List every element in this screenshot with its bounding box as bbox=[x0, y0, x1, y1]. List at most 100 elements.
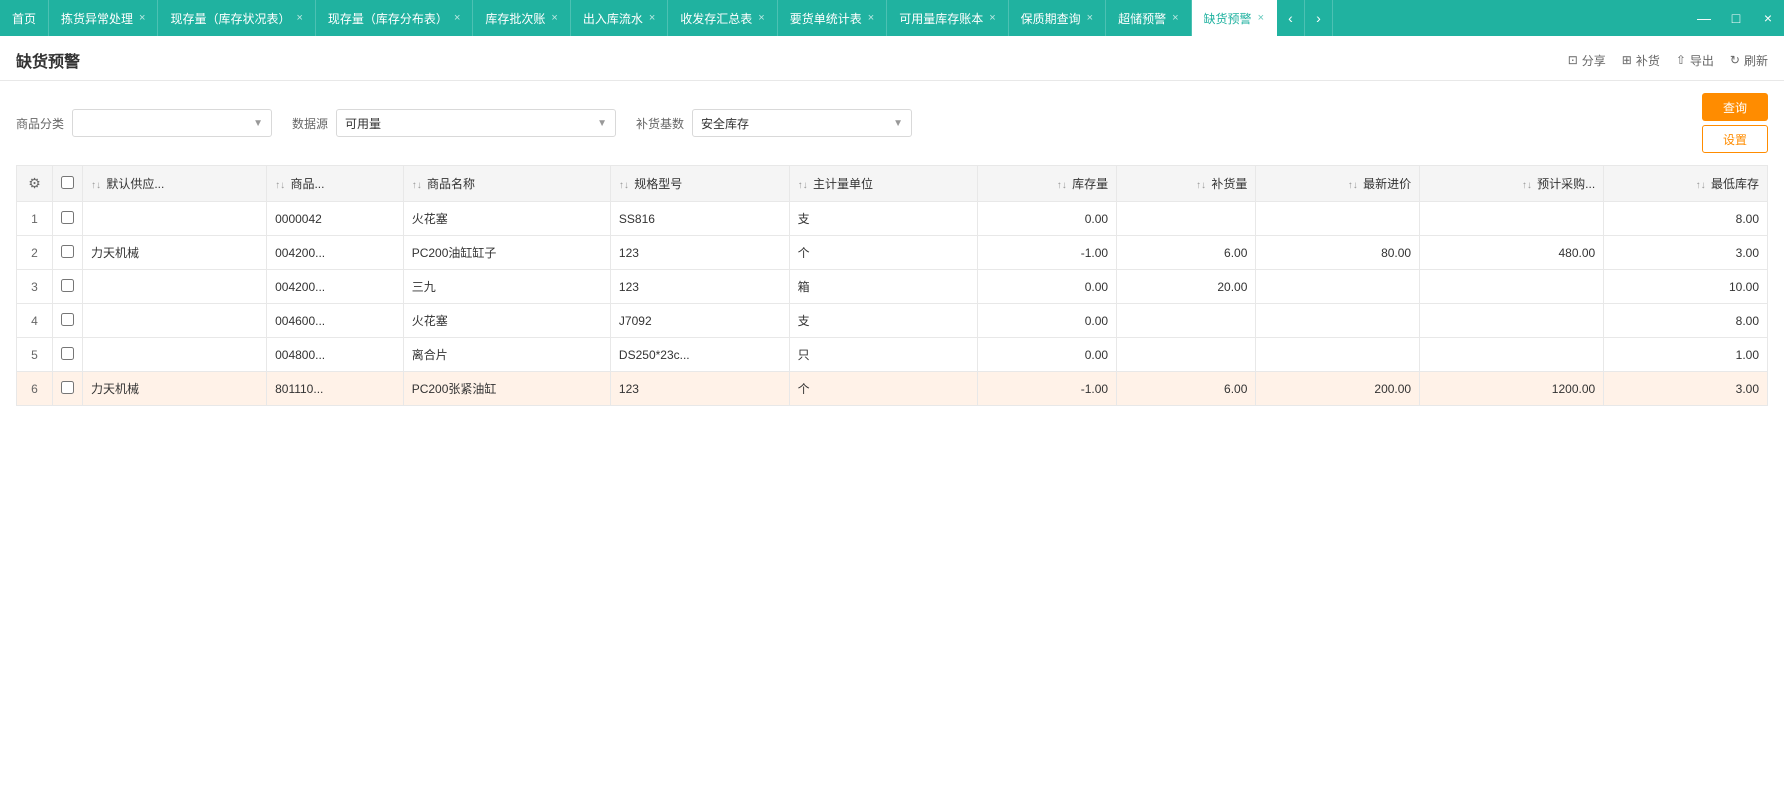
datasource-select[interactable]: 可用量 ▼ bbox=[336, 109, 616, 137]
cell-spec-2: 123 bbox=[610, 236, 789, 270]
cell-latest-price-3 bbox=[1256, 270, 1420, 304]
cell-product-name-5: 离合片 bbox=[403, 338, 610, 372]
sort-icon[interactable]: ↑↓ bbox=[91, 180, 101, 191]
tab-nav-left[interactable]: ‹ bbox=[1277, 0, 1305, 36]
tab-expiry[interactable]: 保质期查询 × bbox=[1009, 0, 1106, 36]
cell-product-code-3: 004200... bbox=[267, 270, 404, 304]
col-unit: ↑↓ 主计量单位 bbox=[789, 166, 977, 202]
row-checkbox-5[interactable] bbox=[53, 338, 83, 372]
replenish-button[interactable]: ⊞ 补货 bbox=[1622, 52, 1660, 69]
cell-stock-3: 0.00 bbox=[977, 270, 1116, 304]
query-button[interactable]: 查询 bbox=[1702, 93, 1768, 121]
row-checkbox-4[interactable] bbox=[53, 304, 83, 338]
cell-min-stock-4: 8.00 bbox=[1604, 304, 1768, 338]
category-filter-group: 商品分类 ▼ bbox=[16, 109, 272, 137]
category-select[interactable]: ▼ bbox=[72, 109, 272, 137]
tab-close-overstock[interactable]: × bbox=[1172, 12, 1178, 24]
row-checkbox-6[interactable] bbox=[53, 372, 83, 406]
sort-icon[interactable]: ↑↓ bbox=[1522, 180, 1532, 191]
tab-close-shortage[interactable]: × bbox=[1258, 12, 1264, 24]
tab-bar: 首页 拣货异常处理 × 现存量（库存状况表） × 现存量（库存分布表） × 库存… bbox=[0, 0, 1784, 36]
cell-latest-price-4 bbox=[1256, 304, 1420, 338]
table-row: 1 0000042 火花塞 SS816 支 0.00 8.00 bbox=[17, 202, 1768, 236]
tab-inventory-status[interactable]: 现存量（库存状况表） × bbox=[158, 0, 315, 36]
sort-icon[interactable]: ↑↓ bbox=[275, 180, 285, 191]
row-checkbox-3[interactable] bbox=[53, 270, 83, 304]
share-button[interactable]: ⊡ 分享 bbox=[1568, 52, 1606, 69]
sort-icon[interactable]: ↑↓ bbox=[798, 180, 808, 191]
tab-close-flow[interactable]: × bbox=[649, 12, 655, 24]
cell-min-stock-6: 3.00 bbox=[1604, 372, 1768, 406]
col-latest-price: ↑↓ 最新进价 bbox=[1256, 166, 1420, 202]
table-container: ⚙ ↑↓ 默认供应... ↑↓ 商品... ↑↓ 商品 bbox=[0, 165, 1784, 406]
tab-close-inventory-status[interactable]: × bbox=[296, 12, 302, 24]
gear-icon[interactable]: ⚙ bbox=[28, 175, 41, 191]
tab-inventory-dist[interactable]: 现存量（库存分布表） × bbox=[316, 0, 473, 36]
cell-unit-4: 支 bbox=[789, 304, 977, 338]
window-close-btn[interactable]: × bbox=[1752, 0, 1784, 36]
sort-icon[interactable]: ↑↓ bbox=[1057, 180, 1067, 191]
category-label: 商品分类 bbox=[16, 115, 64, 132]
row-num-1: 1 bbox=[17, 202, 53, 236]
minimize-btn[interactable]: — bbox=[1688, 0, 1720, 36]
table-row: 5 004800... 离合片 DS250*23c... 只 0.00 1.00 bbox=[17, 338, 1768, 372]
tab-home[interactable]: 首页 bbox=[0, 0, 49, 36]
col-gear[interactable]: ⚙ bbox=[17, 166, 53, 202]
row-checkbox-1[interactable] bbox=[53, 202, 83, 236]
cell-replenish-2: 6.00 bbox=[1117, 236, 1256, 270]
cell-replenish-1 bbox=[1117, 202, 1256, 236]
cell-min-stock-2: 3.00 bbox=[1604, 236, 1768, 270]
sort-icon[interactable]: ↑↓ bbox=[412, 180, 422, 191]
col-product-code: ↑↓ 商品... bbox=[267, 166, 404, 202]
tab-requisition[interactable]: 要货单统计表 × bbox=[778, 0, 887, 36]
replenish-basis-select[interactable]: 安全库存 ▼ bbox=[692, 109, 912, 137]
tab-picking[interactable]: 拣货异常处理 × bbox=[49, 0, 158, 36]
cell-spec-6: 123 bbox=[610, 372, 789, 406]
maximize-btn[interactable]: □ bbox=[1720, 0, 1752, 36]
tab-close-summary[interactable]: × bbox=[758, 12, 764, 24]
cell-spec-5: DS250*23c... bbox=[610, 338, 789, 372]
tab-batch-account[interactable]: 库存批次账 × bbox=[473, 0, 570, 36]
export-button[interactable]: ⇧ 导出 bbox=[1676, 52, 1714, 69]
cell-replenish-5 bbox=[1117, 338, 1256, 372]
tab-flow[interactable]: 出入库流水 × bbox=[571, 0, 668, 36]
col-product-name: ↑↓ 商品名称 bbox=[403, 166, 610, 202]
cell-unit-6: 个 bbox=[789, 372, 977, 406]
row-checkbox-2[interactable] bbox=[53, 236, 83, 270]
cell-supplier-4 bbox=[83, 304, 267, 338]
tab-close-requisition[interactable]: × bbox=[868, 12, 874, 24]
refresh-icon: ↻ bbox=[1730, 53, 1740, 67]
col-estimated-purchase: ↑↓ 预计采购... bbox=[1420, 166, 1604, 202]
settings-button[interactable]: 设置 bbox=[1702, 125, 1768, 153]
tab-close-inventory-dist[interactable]: × bbox=[454, 12, 460, 24]
replenish-basis-filter-group: 补货基数 安全库存 ▼ bbox=[636, 109, 912, 137]
tab-shortage[interactable]: 缺货预警 × bbox=[1192, 0, 1277, 36]
cell-product-name-1: 火花塞 bbox=[403, 202, 610, 236]
row-num-5: 5 bbox=[17, 338, 53, 372]
cell-replenish-3: 20.00 bbox=[1117, 270, 1256, 304]
cell-stock-2: -1.00 bbox=[977, 236, 1116, 270]
tab-close-available[interactable]: × bbox=[989, 12, 995, 24]
cell-spec-1: SS816 bbox=[610, 202, 789, 236]
datasource-filter-group: 数据源 可用量 ▼ bbox=[292, 109, 616, 137]
sort-icon[interactable]: ↑↓ bbox=[1348, 180, 1358, 191]
sort-icon[interactable]: ↑↓ bbox=[619, 180, 629, 191]
row-num-2: 2 bbox=[17, 236, 53, 270]
tab-available[interactable]: 可用量库存账本 × bbox=[887, 0, 1008, 36]
tab-overstock[interactable]: 超储预警 × bbox=[1106, 0, 1191, 36]
table-row: 3 004200... 三九 123 箱 0.00 20.00 10.00 bbox=[17, 270, 1768, 304]
row-num-6: 6 bbox=[17, 372, 53, 406]
tab-close-batch-account[interactable]: × bbox=[551, 12, 557, 24]
tab-nav-right[interactable]: › bbox=[1305, 0, 1333, 36]
col-checkbox-header[interactable] bbox=[53, 166, 83, 202]
table-row: 4 004600... 火花塞 J7092 支 0.00 8.00 bbox=[17, 304, 1768, 338]
tab-close-expiry[interactable]: × bbox=[1087, 12, 1093, 24]
sort-icon[interactable]: ↑↓ bbox=[1696, 180, 1706, 191]
refresh-button[interactable]: ↻ 刷新 bbox=[1730, 52, 1768, 69]
select-all-checkbox[interactable] bbox=[61, 176, 74, 189]
cell-min-stock-1: 8.00 bbox=[1604, 202, 1768, 236]
tab-close-picking[interactable]: × bbox=[139, 12, 145, 24]
tab-summary[interactable]: 收发存汇总表 × bbox=[668, 0, 777, 36]
sort-icon[interactable]: ↑↓ bbox=[1196, 180, 1206, 191]
datasource-label: 数据源 bbox=[292, 115, 328, 132]
